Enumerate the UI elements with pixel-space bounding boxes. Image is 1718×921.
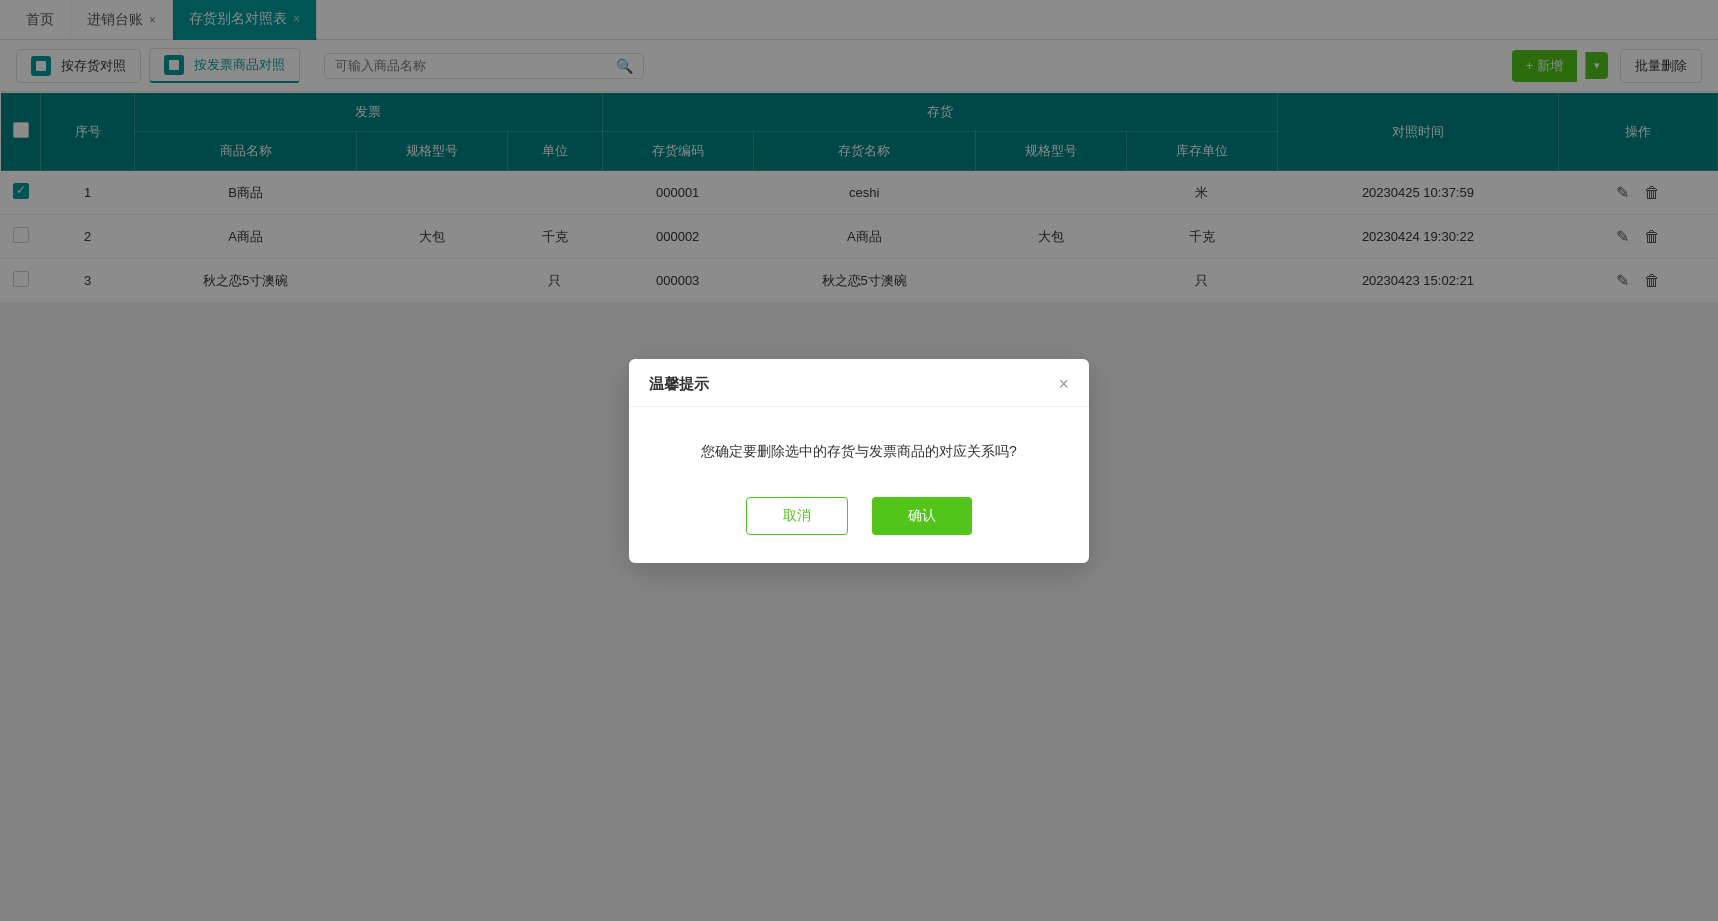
modal-overlay: 温馨提示 × 您确定要删除选中的存货与发票商品的对应关系吗? 取消 确认 [0,0,1718,303]
